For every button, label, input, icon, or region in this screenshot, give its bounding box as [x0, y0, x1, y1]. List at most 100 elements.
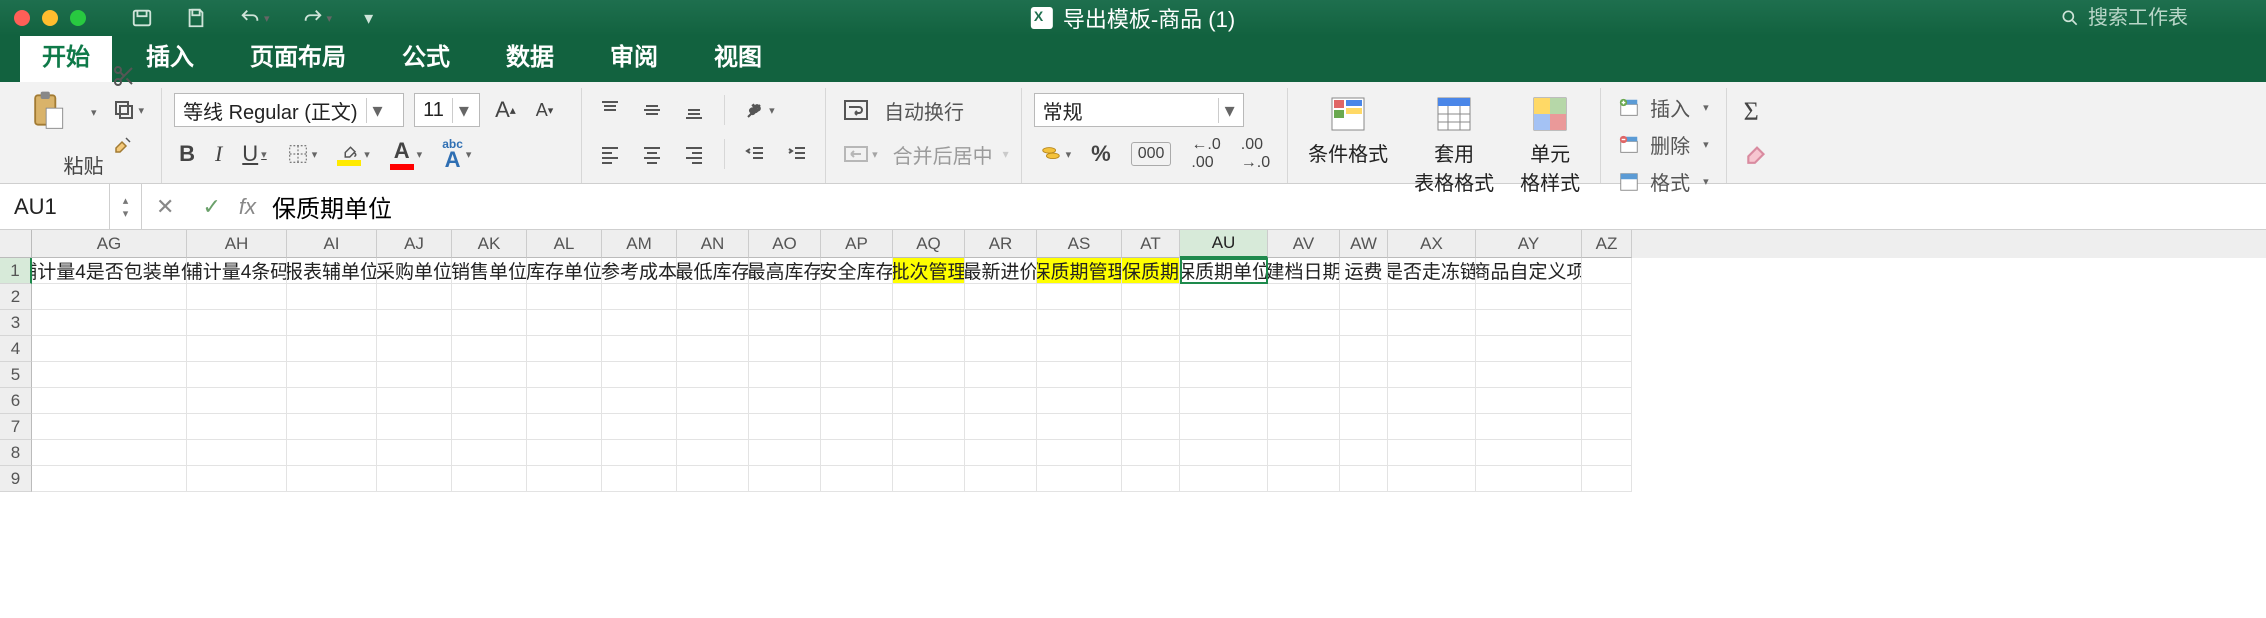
- delete-cells-button[interactable]: 删除: [1613, 127, 1714, 162]
- row-header-5[interactable]: 5: [0, 362, 32, 388]
- workbook-search-input[interactable]: [2088, 7, 2248, 30]
- cell-AP3[interactable]: [821, 310, 893, 336]
- column-header-AT[interactable]: AT: [1122, 230, 1180, 258]
- cell-AY8[interactable]: [1476, 440, 1582, 466]
- align-middle-button[interactable]: [636, 96, 668, 124]
- cell-AL4[interactable]: [527, 336, 602, 362]
- cell-AT2[interactable]: [1122, 284, 1180, 310]
- cell-AM9[interactable]: [602, 466, 677, 492]
- cell-AZ6[interactable]: [1582, 388, 1632, 414]
- cell-AW7[interactable]: [1340, 414, 1388, 440]
- cell-AY6[interactable]: [1476, 388, 1582, 414]
- cell-AO8[interactable]: [749, 440, 821, 466]
- borders-button[interactable]: [282, 140, 323, 168]
- cell-AQ9[interactable]: [893, 466, 965, 492]
- cell-AQ3[interactable]: [893, 310, 965, 336]
- cell-AS7[interactable]: [1037, 414, 1122, 440]
- spreadsheet-grid[interactable]: AGAHAIAJAKALAMANAOAPAQARASATAUAVAWAXAYAZ…: [0, 230, 2266, 492]
- cell-AS3[interactable]: [1037, 310, 1122, 336]
- cell-AJ4[interactable]: [377, 336, 452, 362]
- cell-AU3[interactable]: [1180, 310, 1268, 336]
- cell-AH2[interactable]: [187, 284, 287, 310]
- column-header-AU[interactable]: AU: [1180, 230, 1268, 258]
- cell-AP9[interactable]: [821, 466, 893, 492]
- cell-AI4[interactable]: [287, 336, 377, 362]
- cell-AY9[interactable]: [1476, 466, 1582, 492]
- cell-AV5[interactable]: [1268, 362, 1340, 388]
- fullscreen-window-button[interactable]: [70, 10, 86, 26]
- cell-AQ7[interactable]: [893, 414, 965, 440]
- cell-AW8[interactable]: [1340, 440, 1388, 466]
- cell-AM4[interactable]: [602, 336, 677, 362]
- cell-AK2[interactable]: [452, 284, 527, 310]
- redo-button[interactable]: [297, 4, 338, 32]
- cell-AU2[interactable]: [1180, 284, 1268, 310]
- cell-AX9[interactable]: [1388, 466, 1476, 492]
- column-header-AH[interactable]: AH: [187, 230, 287, 258]
- format-as-table-button[interactable]: 套用 表格格式: [1406, 92, 1502, 198]
- cell-AX7[interactable]: [1388, 414, 1476, 440]
- cell-AU8[interactable]: [1180, 440, 1268, 466]
- cell-AL6[interactable]: [527, 388, 602, 414]
- cell-AH9[interactable]: [187, 466, 287, 492]
- cell-AS4[interactable]: [1037, 336, 1122, 362]
- cell-AV6[interactable]: [1268, 388, 1340, 414]
- row-header-1[interactable]: 1: [0, 258, 32, 284]
- workbook-search[interactable]: [2060, 7, 2248, 30]
- cell-AP1[interactable]: 安全库存: [821, 258, 893, 284]
- customize-qat-button[interactable]: ▾: [359, 5, 378, 32]
- select-all-corner[interactable]: [0, 230, 32, 258]
- cell-AO9[interactable]: [749, 466, 821, 492]
- undo-button[interactable]: [234, 4, 275, 32]
- align-center-button[interactable]: [636, 140, 668, 168]
- cell-AQ5[interactable]: [893, 362, 965, 388]
- cell-AT7[interactable]: [1122, 414, 1180, 440]
- cell-AW4[interactable]: [1340, 336, 1388, 362]
- cell-AL9[interactable]: [527, 466, 602, 492]
- cell-AW2[interactable]: [1340, 284, 1388, 310]
- formula-input[interactable]: [266, 193, 2266, 221]
- cell-AZ3[interactable]: [1582, 310, 1632, 336]
- cell-AK7[interactable]: [452, 414, 527, 440]
- cell-AH5[interactable]: [187, 362, 287, 388]
- conditional-format-button[interactable]: 条件格式: [1300, 92, 1396, 169]
- cell-AO2[interactable]: [749, 284, 821, 310]
- save-button[interactable]: [180, 4, 212, 32]
- cell-AG2[interactable]: [32, 284, 187, 310]
- paste-button[interactable]: [18, 86, 78, 134]
- cell-AW6[interactable]: [1340, 388, 1388, 414]
- cell-AO1[interactable]: 最高库存: [749, 258, 821, 284]
- cell-AK1[interactable]: 销售单位: [452, 258, 527, 284]
- row-header-4[interactable]: 4: [0, 336, 32, 362]
- cell-AW9[interactable]: [1340, 466, 1388, 492]
- cell-AM7[interactable]: [602, 414, 677, 440]
- cell-AN9[interactable]: [677, 466, 749, 492]
- cell-AT3[interactable]: [1122, 310, 1180, 336]
- column-header-AS[interactable]: AS: [1037, 230, 1122, 258]
- cell-AS1[interactable]: 保质期管理: [1037, 258, 1122, 284]
- cell-AP8[interactable]: [821, 440, 893, 466]
- cell-AG3[interactable]: [32, 310, 187, 336]
- orientation-button[interactable]: ab: [739, 96, 780, 124]
- cell-AM3[interactable]: [602, 310, 677, 336]
- cell-AU4[interactable]: [1180, 336, 1268, 362]
- cell-AW5[interactable]: [1340, 362, 1388, 388]
- name-box-dropdown[interactable]: ▴▾: [110, 184, 142, 229]
- cell-AN7[interactable]: [677, 414, 749, 440]
- cell-AR7[interactable]: [965, 414, 1037, 440]
- cell-AL3[interactable]: [527, 310, 602, 336]
- cell-AU9[interactable]: [1180, 466, 1268, 492]
- cell-AU5[interactable]: [1180, 362, 1268, 388]
- column-header-AG[interactable]: AG: [32, 230, 187, 258]
- column-header-AV[interactable]: AV: [1268, 230, 1340, 258]
- cell-AQ2[interactable]: [893, 284, 965, 310]
- cell-AS2[interactable]: [1037, 284, 1122, 310]
- cell-AL1[interactable]: 库存单位: [527, 258, 602, 284]
- cell-AX8[interactable]: [1388, 440, 1476, 466]
- comma-style-button[interactable]: 000: [1126, 139, 1177, 169]
- cell-AM1[interactable]: 参考成本: [602, 258, 677, 284]
- cell-AJ2[interactable]: [377, 284, 452, 310]
- paste-dropdown[interactable]: [88, 100, 97, 121]
- cell-AM8[interactable]: [602, 440, 677, 466]
- cell-AY1[interactable]: 商品自定义项: [1476, 258, 1582, 284]
